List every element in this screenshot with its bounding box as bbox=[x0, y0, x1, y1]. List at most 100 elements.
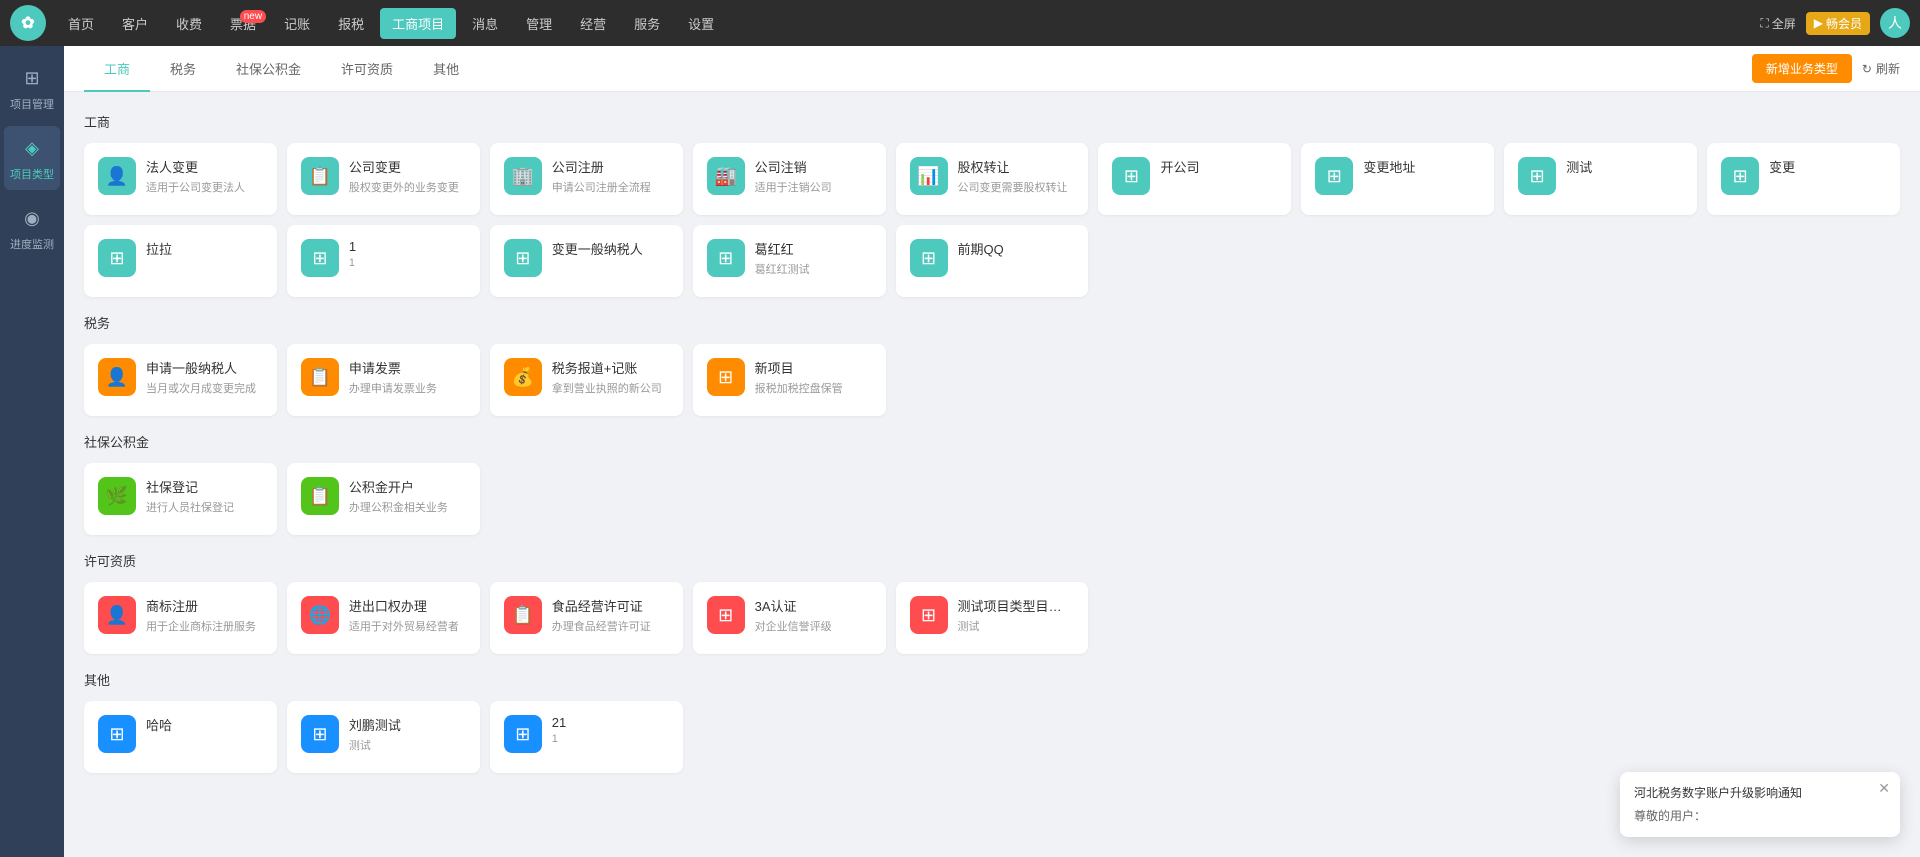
card-test-type[interactable]: ⊞ 测试项目类型目定义 测试 bbox=[896, 582, 1089, 654]
card-title-open-company: 开公司 bbox=[1160, 157, 1277, 176]
nav-invoice[interactable]: 票据 new bbox=[218, 8, 268, 39]
play-icon: ▶ bbox=[1814, 16, 1823, 30]
fullscreen-button[interactable]: ⛶ 全屏 bbox=[1760, 15, 1795, 32]
nav-manage[interactable]: 管理 bbox=[514, 8, 564, 39]
card-icon-open-company: ⊞ bbox=[1112, 157, 1150, 195]
member-button[interactable]: ▶ 畅会员 bbox=[1806, 12, 1870, 35]
content-scroll: 工商 👤 法人变更 适用于公司变更法人 📋 公司变更 股权变更外的业务变更 bbox=[64, 92, 1920, 857]
section-title-social: 社保公积金 bbox=[84, 432, 1900, 451]
card-desc-trademark: 用于企业商标注册服务 bbox=[146, 618, 263, 634]
card-title-new-project: 新项目 bbox=[755, 358, 872, 377]
card-haha[interactable]: ⊞ 哈哈 bbox=[84, 701, 277, 773]
social-cards-grid: 🌿 社保登记 进行人员社保登记 📋 公积金开户 办理公积金相关业务 bbox=[84, 463, 1900, 535]
tab-other[interactable]: 其他 bbox=[413, 47, 479, 92]
tab-tax[interactable]: 税务 bbox=[150, 47, 216, 92]
card-change-tax[interactable]: ⊞ 变更一般纳税人 bbox=[490, 225, 683, 297]
card-icon-num1: ⊞ bbox=[301, 239, 339, 277]
card-desc-apply-invoice: 办理申请发票业务 bbox=[349, 380, 466, 396]
avatar[interactable]: 人 bbox=[1880, 8, 1910, 38]
refresh-button[interactable]: ↻ 刷新 bbox=[1862, 60, 1900, 77]
card-num21[interactable]: ⊞ 21 1 bbox=[490, 701, 683, 773]
card-pre-qq[interactable]: ⊞ 前期QQ bbox=[896, 225, 1089, 297]
card-open-company[interactable]: ⊞ 开公司 bbox=[1098, 143, 1291, 215]
sidebar-item-project-manage[interactable]: ⊞ 项目管理 bbox=[4, 56, 60, 120]
card-company-change[interactable]: 📋 公司变更 股权变更外的业务变更 bbox=[287, 143, 480, 215]
card-title-equity-transfer: 股权转让 bbox=[958, 157, 1075, 176]
sidebar-item-project-type[interactable]: ◈ 项目类型 bbox=[4, 126, 60, 190]
nav-home[interactable]: 首页 bbox=[56, 8, 106, 39]
card-title-apply-tax: 申请一般纳税人 bbox=[146, 358, 263, 377]
card-icon-social-register: 🌿 bbox=[98, 477, 136, 515]
card-icon-change-address: ⊞ bbox=[1315, 157, 1353, 195]
card-3a-cert[interactable]: ⊞ 3A认证 对企业信誉评级 bbox=[693, 582, 886, 654]
card-desc-equity-transfer: 公司变更需要股权转让 bbox=[958, 179, 1075, 195]
card-icon-company-change: 📋 bbox=[301, 157, 339, 195]
card-title-fund-open: 公积金开户 bbox=[349, 477, 466, 496]
section-title-biz: 工商 bbox=[84, 112, 1900, 131]
card-social-register[interactable]: 🌿 社保登记 进行人员社保登记 bbox=[84, 463, 277, 535]
card-title-legal-change: 法人变更 bbox=[146, 157, 263, 176]
card-title-mohonghong: 葛红红 bbox=[755, 239, 872, 258]
tab-permit[interactable]: 许可资质 bbox=[321, 47, 413, 92]
notification-close-button[interactable]: ✕ bbox=[1878, 780, 1890, 797]
card-change-address[interactable]: ⊞ 变更地址 bbox=[1301, 143, 1494, 215]
section-title-other: 其他 bbox=[84, 670, 1900, 689]
card-change[interactable]: ⊞ 变更 bbox=[1707, 143, 1900, 215]
nav-billing[interactable]: 收费 bbox=[164, 8, 214, 39]
card-desc-fund-open: 办理公积金相关业务 bbox=[349, 499, 466, 515]
tab-social[interactable]: 社保公积金 bbox=[216, 47, 321, 92]
card-icon-apply-tax: 👤 bbox=[98, 358, 136, 396]
card-desc-tax-report: 拿到营业执照的新公司 bbox=[552, 380, 669, 396]
refresh-icon: ↻ bbox=[1862, 62, 1872, 76]
card-company-register[interactable]: 🏢 公司注册 申请公司注册全流程 bbox=[490, 143, 683, 215]
card-icon-new-project: ⊞ bbox=[707, 358, 745, 396]
card-legal-change[interactable]: 👤 法人变更 适用于公司变更法人 bbox=[84, 143, 277, 215]
card-test[interactable]: ⊞ 测试 bbox=[1504, 143, 1697, 215]
card-desc-apply-tax: 当月或次月成变更完成 bbox=[146, 380, 263, 396]
card-new-project[interactable]: ⊞ 新项目 报税加税控盘保管 bbox=[693, 344, 886, 416]
tab-biz[interactable]: 工商 bbox=[84, 47, 150, 92]
tabs: 工商 税务 社保公积金 许可资质 其他 bbox=[84, 47, 479, 91]
nav-accounts[interactable]: 记账 bbox=[272, 8, 322, 39]
card-icon-liupeng-test: ⊞ bbox=[301, 715, 339, 753]
card-tax-report[interactable]: 💰 税务报道+记账 拿到营业执照的新公司 bbox=[490, 344, 683, 416]
nav-service[interactable]: 服务 bbox=[622, 8, 672, 39]
card-icon-change-tax: ⊞ bbox=[504, 239, 542, 277]
card-icon-food-permit: 📋 bbox=[504, 596, 542, 634]
card-title-lala: 拉拉 bbox=[146, 239, 263, 258]
sidebar-item-label-project-manage: 项目管理 bbox=[10, 96, 54, 112]
card-lala[interactable]: ⊞ 拉拉 bbox=[84, 225, 277, 297]
card-num1[interactable]: ⊞ 1 1 bbox=[287, 225, 480, 297]
nav-tax[interactable]: 报税 bbox=[326, 8, 376, 39]
nav-bizproject[interactable]: 工商项目 bbox=[380, 8, 456, 39]
card-title-social-register: 社保登记 bbox=[146, 477, 263, 496]
card-icon-fund-open: 📋 bbox=[301, 477, 339, 515]
project-manage-icon: ⊞ bbox=[18, 64, 46, 92]
card-desc-liupeng-test: 测试 bbox=[349, 737, 466, 753]
app-logo: ✿ bbox=[10, 5, 46, 41]
card-fund-open[interactable]: 📋 公积金开户 办理公积金相关业务 bbox=[287, 463, 480, 535]
card-title-num1: 1 bbox=[349, 239, 466, 254]
tax-cards-grid: 👤 申请一般纳税人 当月或次月成变更完成 📋 申请发票 办理申请发票业务 💰 bbox=[84, 344, 1900, 416]
card-title-num21: 21 bbox=[552, 715, 669, 730]
card-equity-transfer[interactable]: 📊 股权转让 公司变更需要股权转让 bbox=[896, 143, 1089, 215]
card-food-permit[interactable]: 📋 食品经营许可证 办理食品经营许可证 bbox=[490, 582, 683, 654]
card-import-export[interactable]: 🌐 进出口权办理 适用于对外贸易经营者 bbox=[287, 582, 480, 654]
card-trademark[interactable]: 👤 商标注册 用于企业商标注册服务 bbox=[84, 582, 277, 654]
card-desc-mohonghong: 葛红红测试 bbox=[755, 261, 872, 277]
card-title-3a-cert: 3A认证 bbox=[755, 596, 872, 615]
new-type-button[interactable]: 新增业务类型 bbox=[1752, 54, 1852, 83]
card-icon-pre-qq: ⊞ bbox=[910, 239, 948, 277]
nav-client[interactable]: 客户 bbox=[110, 8, 160, 39]
sidebar-item-progress-monitor[interactable]: ◉ 进度监测 bbox=[4, 196, 60, 260]
card-apply-invoice[interactable]: 📋 申请发票 办理申请发票业务 bbox=[287, 344, 480, 416]
card-liupeng-test[interactable]: ⊞ 刘鹏测试 测试 bbox=[287, 701, 480, 773]
sidebar-item-label-project-type: 项目类型 bbox=[10, 166, 54, 182]
card-desc-company-cancel: 适用于注销公司 bbox=[755, 179, 872, 195]
nav-operation[interactable]: 经营 bbox=[568, 8, 618, 39]
card-mohonghong[interactable]: ⊞ 葛红红 葛红红测试 bbox=[693, 225, 886, 297]
card-apply-tax[interactable]: 👤 申请一般纳税人 当月或次月成变更完成 bbox=[84, 344, 277, 416]
nav-message[interactable]: 消息 bbox=[460, 8, 510, 39]
nav-settings[interactable]: 设置 bbox=[676, 8, 726, 39]
card-company-cancel[interactable]: 🏭 公司注销 适用于注销公司 bbox=[693, 143, 886, 215]
